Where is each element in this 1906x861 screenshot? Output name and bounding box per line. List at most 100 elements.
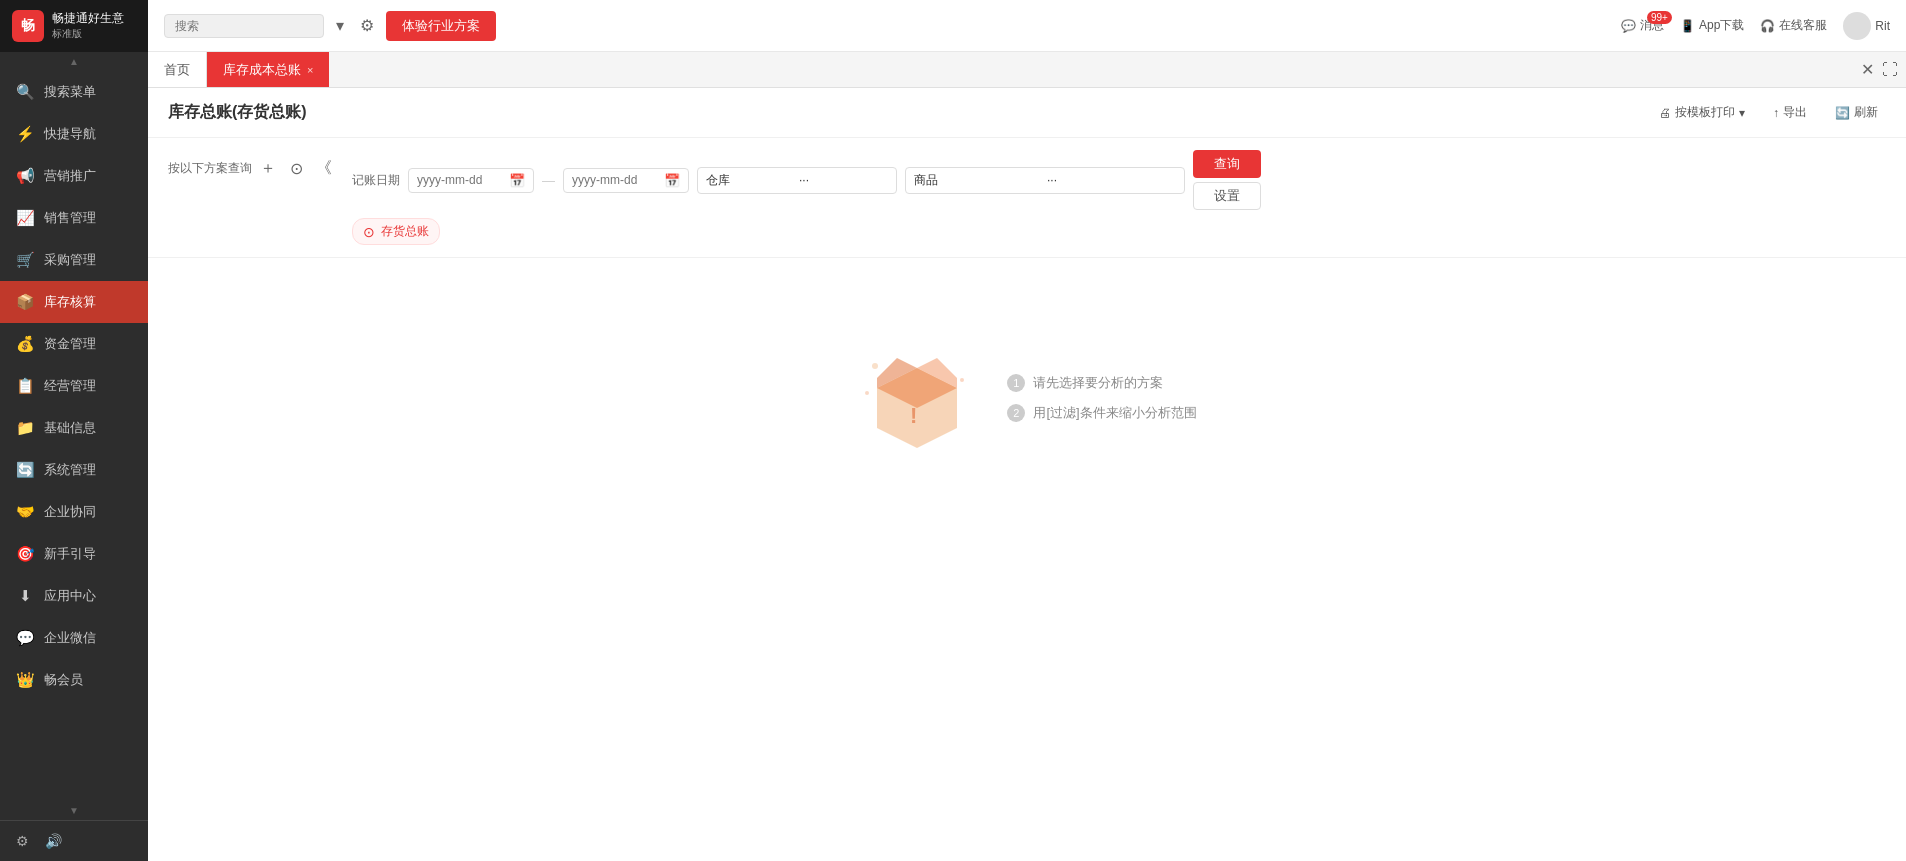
page-content: 库存总账(存货总账) 🖨 按模板打印 ▾ ↑ 导出 🔄 刷新 [148, 88, 1906, 861]
app-download-item[interactable]: 📱 App下载 [1680, 17, 1744, 34]
tab-home-label: 首页 [164, 61, 190, 79]
app-edition: 标准版 [52, 27, 124, 41]
sidebar-item-finance[interactable]: 💰 资金管理 [0, 323, 148, 365]
sidebar-item-system[interactable]: 🔄 系统管理 [0, 449, 148, 491]
nav-icon-basic-info: 📁 [16, 419, 34, 437]
filter-add-btn[interactable]: ＋ [256, 156, 280, 180]
svg-point-5 [872, 363, 878, 369]
empty-state: ! 1 请先选择要分析的方案 2 用[过滤]条件来缩小分析范 [148, 258, 1906, 538]
print-dropdown-icon: ▾ [1739, 106, 1745, 120]
dropdown-btn[interactable]: ▾ [332, 12, 348, 39]
expand-btn[interactable]: ⛶ [1882, 61, 1898, 79]
logo-text-group: 畅捷通好生意 标准版 [52, 11, 124, 41]
nav-icon-system: 🔄 [16, 461, 34, 479]
sidebar-item-operation[interactable]: 📋 经营管理 [0, 365, 148, 407]
message-item[interactable]: 💬 消息 99+ [1621, 17, 1664, 34]
audio-icon[interactable]: 🔊 [45, 833, 62, 849]
settings-icon[interactable]: ⚙ [16, 833, 29, 849]
nav-label-app-center: 应用中心 [44, 587, 96, 605]
sidebar-item-newbie[interactable]: 🎯 新手引导 [0, 533, 148, 575]
nav-label-newbie: 新手引导 [44, 545, 96, 563]
search-input[interactable] [164, 14, 324, 38]
sidebar: 畅 畅捷通好生意 标准版 ▲ 🔍 搜索菜单 ⚡ 快捷导航 📢 营销推广 📈 销售… [0, 0, 148, 861]
export-label: 导出 [1783, 104, 1807, 121]
sidebar-item-quick-nav[interactable]: ⚡ 快捷导航 [0, 113, 148, 155]
nav-icon-sales: 📈 [16, 209, 34, 227]
date-start-input[interactable] [417, 173, 505, 187]
svg-text:!: ! [910, 403, 917, 428]
nav-icon-finance: 💰 [16, 335, 34, 353]
nav-label-vip: 畅会员 [44, 671, 83, 689]
filter-collapse-btn[interactable]: 《 [312, 156, 336, 180]
goods-more-icon[interactable]: ··· [1047, 173, 1176, 187]
export-icon: ↑ [1773, 106, 1779, 120]
nav-label-inventory: 库存核算 [44, 293, 96, 311]
tab-close-icon[interactable]: × [307, 64, 313, 76]
headset-icon: 🎧 [1760, 19, 1775, 33]
sidebar-item-vip[interactable]: 👑 畅会员 [0, 659, 148, 701]
message-icon: 💬 [1621, 19, 1636, 33]
filter-area: 按以下方案查询 ＋ ⊙ 《 记账日期 📅 — [148, 138, 1906, 258]
goods-select[interactable]: 商品 ··· [905, 167, 1185, 194]
page-title: 库存总账(存货总账) [168, 102, 307, 123]
sidebar-footer: ⚙ 🔊 [0, 820, 148, 861]
svg-point-6 [960, 378, 964, 382]
tip-item-2: 2 用[过滤]条件来缩小分析范围 [1007, 404, 1196, 422]
sidebar-nav: 🔍 搜索菜单 ⚡ 快捷导航 📢 营销推广 📈 销售管理 🛒 采购管理 📦 库存核… [0, 71, 148, 801]
export-btn[interactable]: ↑ 导出 [1765, 100, 1815, 125]
nav-label-finance: 资金管理 [44, 335, 96, 353]
date-end-input[interactable] [572, 173, 660, 187]
user-name: Rit [1875, 19, 1890, 33]
sidebar-item-basic-info[interactable]: 📁 基础信息 [0, 407, 148, 449]
topbar-settings-btn[interactable]: ⚙ [356, 12, 378, 39]
sidebar-item-purchase[interactable]: 🛒 采购管理 [0, 239, 148, 281]
scheme-tag[interactable]: ⊙ 存货总账 [352, 218, 440, 245]
sidebar-item-marketing[interactable]: 📢 营销推广 [0, 155, 148, 197]
trial-btn[interactable]: 体验行业方案 [386, 11, 496, 41]
app-download-icon: 📱 [1680, 19, 1695, 33]
tab-home[interactable]: 首页 [148, 52, 207, 87]
filter-add-controls: 按以下方案查询 ＋ ⊙ 《 [168, 150, 336, 180]
setup-btn[interactable]: 设置 [1193, 182, 1261, 210]
goods-label: 商品 [914, 172, 1043, 189]
nav-icon-purchase: 🛒 [16, 251, 34, 269]
calendar-start-icon[interactable]: 📅 [509, 173, 525, 188]
sidebar-item-search-menu[interactable]: 🔍 搜索菜单 [0, 71, 148, 113]
sidebar-item-corp[interactable]: 🤝 企业协同 [0, 491, 148, 533]
nav-label-basic-info: 基础信息 [44, 419, 96, 437]
app-logo: 畅 畅捷通好生意 标准版 [0, 0, 148, 52]
nav-icon-marketing: 📢 [16, 167, 34, 185]
sidebar-item-inventory[interactable]: 📦 库存核算 [0, 281, 148, 323]
sidebar-item-app-center[interactable]: ⬇ 应用中心 [0, 575, 148, 617]
sidebar-item-corp-wechat[interactable]: 💬 企业微信 [0, 617, 148, 659]
scheme-icon: ⊙ [363, 224, 375, 240]
print-btn[interactable]: 🖨 按模板打印 ▾ [1651, 100, 1753, 125]
tab-inventory-ledger[interactable]: 库存成本总账 × [207, 52, 329, 87]
refresh-btn[interactable]: 🔄 刷新 [1827, 100, 1886, 125]
nav-label-corp-wechat: 企业微信 [44, 629, 96, 647]
calendar-end-icon[interactable]: 📅 [664, 173, 680, 188]
query-btn[interactable]: 查询 [1193, 150, 1261, 178]
warehouse-select[interactable]: 仓库 ··· [697, 167, 897, 194]
nav-icon-newbie: 🎯 [16, 545, 34, 563]
print-label: 按模板打印 [1675, 104, 1735, 121]
close-panel-btn[interactable]: ✕ [1861, 60, 1874, 79]
user-item[interactable]: Rit [1843, 12, 1890, 40]
tabs-right: ✕ ⛶ [1861, 60, 1906, 79]
refresh-label: 刷新 [1854, 104, 1878, 121]
filter-settings-btn[interactable]: ⊙ [284, 156, 308, 180]
sidebar-scroll-down[interactable]: ▼ [0, 801, 148, 820]
nav-label-purchase: 采购管理 [44, 251, 96, 269]
warehouse-label: 仓库 [706, 172, 795, 189]
filter-label: 按以下方案查询 [168, 160, 252, 177]
online-support-item[interactable]: 🎧 在线客服 [1760, 17, 1827, 34]
scheme-tag-label: 存货总账 [381, 223, 429, 240]
sidebar-scroll-up[interactable]: ▲ [0, 52, 148, 71]
tab-inventory-label: 库存成本总账 [223, 61, 301, 79]
tip-text-2: 用[过滤]条件来缩小分析范围 [1033, 404, 1196, 422]
nav-label-marketing: 营销推广 [44, 167, 96, 185]
warehouse-more-icon[interactable]: ··· [799, 173, 888, 187]
page-card: 库存总账(存货总账) 🖨 按模板打印 ▾ ↑ 导出 🔄 刷新 [148, 88, 1906, 861]
user-avatar [1843, 12, 1871, 40]
sidebar-item-sales[interactable]: 📈 销售管理 [0, 197, 148, 239]
